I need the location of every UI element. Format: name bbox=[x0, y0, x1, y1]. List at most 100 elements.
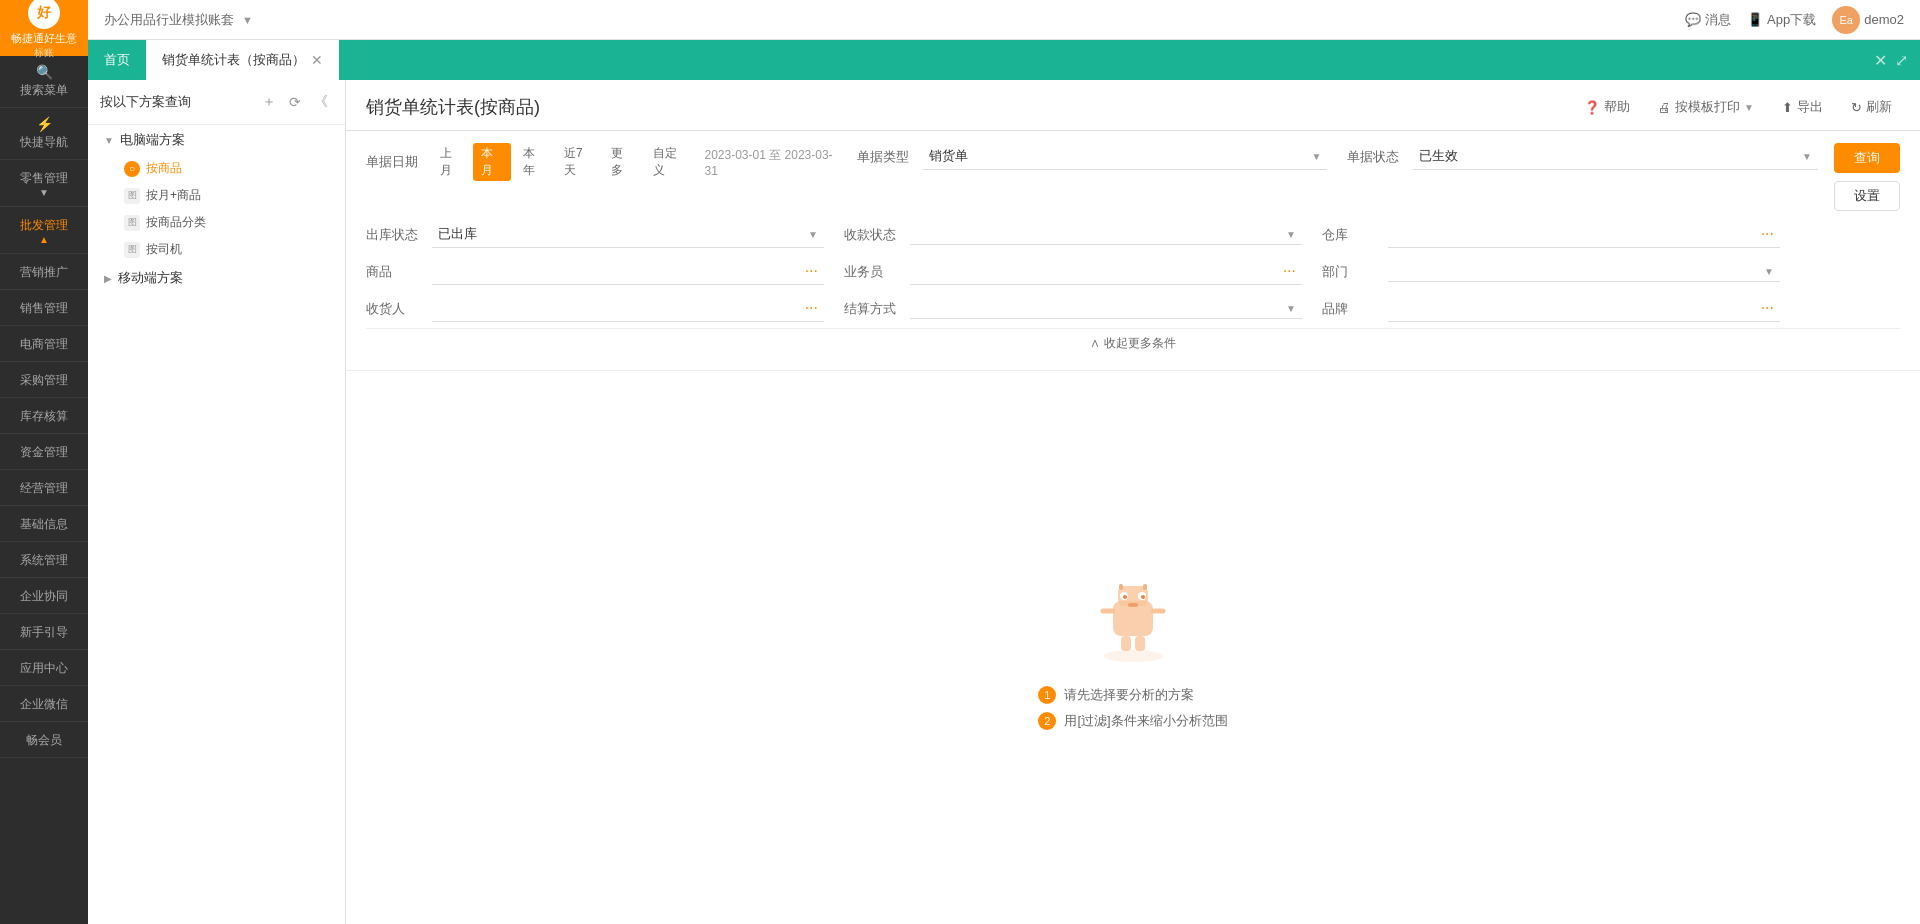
tree-mobile-label: 移动端方案 bbox=[118, 269, 183, 287]
settlement-select[interactable]: ▼ bbox=[910, 299, 1302, 319]
refresh-label: 刷新 bbox=[1866, 98, 1892, 116]
tab-home[interactable]: 首页 bbox=[88, 40, 146, 80]
by-category-label: 按商品分类 bbox=[146, 214, 206, 231]
doc-status-chevron: ▼ bbox=[1802, 151, 1812, 162]
window-close-icon[interactable]: ✕ bbox=[1874, 51, 1887, 70]
sidebar-item-appstore[interactable]: 应用中心 bbox=[0, 650, 88, 686]
message-label: 消息 bbox=[1705, 11, 1731, 29]
app-download-btn[interactable]: 📱 App下载 bbox=[1747, 11, 1816, 29]
reset-button[interactable]: 设置 bbox=[1834, 181, 1900, 211]
tree-expand-icon: ▼ bbox=[104, 135, 114, 146]
scheme-query-label: 按以下方案查询 bbox=[100, 93, 191, 111]
empty-state: 1 请先选择要分析的方案 2 用[过滤]条件来缩小分析范围 bbox=[346, 371, 1920, 924]
print-btn[interactable]: 🖨 按模板打印 ▼ bbox=[1650, 94, 1762, 120]
collapse-bar[interactable]: ∧ 收起更多条件 bbox=[366, 328, 1900, 358]
doc-type-chevron: ▼ bbox=[1311, 151, 1321, 162]
sidebar-item-wechat[interactable]: 企业微信 bbox=[0, 686, 88, 722]
doc-status-label: 单据状态 bbox=[1347, 148, 1407, 166]
brand-dots: ··· bbox=[1761, 299, 1774, 317]
sidebar-item-enterprise[interactable]: 企业协同 bbox=[0, 578, 88, 614]
tabbar: 首页 销货单统计表（按商品） ✕ ✕ ⤢ bbox=[88, 40, 1920, 80]
warehouse-select[interactable]: ··· bbox=[1388, 221, 1780, 248]
sidebar-item-wholesale[interactable]: 批发管理 ▲ bbox=[0, 207, 88, 254]
sidebar-item-system[interactable]: 系统管理 bbox=[0, 542, 88, 578]
salesman-label: 业务员 bbox=[844, 263, 904, 281]
tree-item-mobile[interactable]: ▶ 移动端方案 bbox=[88, 263, 345, 293]
tab-close-icon[interactable]: ✕ bbox=[311, 52, 323, 68]
refresh-scheme-btn[interactable]: ⟳ bbox=[283, 90, 307, 114]
sidebar-newbie-label: 新手引导 bbox=[0, 624, 88, 641]
sidebar-item-retail[interactable]: 零售管理 ▼ bbox=[0, 160, 88, 207]
product-select[interactable]: ··· bbox=[432, 258, 824, 285]
app-logo[interactable]: 好 畅捷通好生意 标账 bbox=[0, 0, 88, 56]
date-tab-more[interactable]: 更多 bbox=[603, 143, 640, 181]
brand-label: 品牌 bbox=[1322, 300, 1382, 318]
sidebar-item-ops[interactable]: 经营管理 bbox=[0, 470, 88, 506]
window-maximize-icon[interactable]: ⤢ bbox=[1895, 51, 1908, 70]
sidebar-item-inventory[interactable]: 库存核算 bbox=[0, 398, 88, 434]
scheme-tree: ▼ 电脑端方案 ○ 按商品 图 按月+商品 图 按商品分类 bbox=[88, 125, 345, 293]
out-status-select[interactable]: 已出库 ▼ bbox=[432, 221, 824, 248]
sidebar-item-marketing[interactable]: 营销推广 bbox=[0, 254, 88, 290]
tree-item-by-clerk[interactable]: 图 按司机 bbox=[116, 236, 345, 263]
sidebar-item-member[interactable]: 畅会员 bbox=[0, 722, 88, 758]
help-label: 帮助 bbox=[1604, 98, 1630, 116]
left-panel-header: 按以下方案查询 ＋ ⟳ 《 bbox=[88, 80, 345, 125]
department-chevron: ▼ bbox=[1764, 266, 1774, 277]
content-area: 按以下方案查询 ＋ ⟳ 《 ▼ 电脑端方案 ○ 按商品 bbox=[88, 80, 1920, 924]
brand-select[interactable]: ··· bbox=[1388, 295, 1780, 322]
sidebar-item-finance[interactable]: 资金管理 bbox=[0, 434, 88, 470]
sidebar-item-newbie[interactable]: 新手引导 bbox=[0, 614, 88, 650]
header-left: 按以下方案查询 bbox=[100, 93, 191, 111]
sidebar-item-purchase[interactable]: 采购管理 bbox=[0, 362, 88, 398]
sidebar-item-basic[interactable]: 基础信息 bbox=[0, 506, 88, 542]
workspace-dropdown-icon[interactable]: ▼ bbox=[242, 14, 253, 26]
sidebar-item-ecom[interactable]: 电商管理 bbox=[0, 326, 88, 362]
collect-status-label: 收款状态 bbox=[844, 226, 904, 244]
empty-steps: 1 请先选择要分析的方案 2 用[过滤]条件来缩小分析范围 bbox=[1038, 686, 1227, 730]
collect-status-select[interactable]: ▼ bbox=[910, 225, 1302, 245]
department-select[interactable]: ▼ bbox=[1388, 262, 1780, 282]
empty-step-1: 1 请先选择要分析的方案 bbox=[1038, 686, 1227, 704]
date-tab-custom[interactable]: 自定义 bbox=[645, 143, 693, 181]
sidebar-retail-label: 零售管理 bbox=[0, 170, 88, 187]
sidebar-item-quick[interactable]: ⚡ 快捷导航 bbox=[0, 108, 88, 160]
receiver-select[interactable]: ··· bbox=[432, 295, 824, 322]
message-icon: 💬 bbox=[1685, 12, 1701, 27]
print-dropdown-icon: ▼ bbox=[1744, 102, 1754, 113]
doc-type-select[interactable]: 销货单 ▼ bbox=[923, 143, 1328, 170]
by-clerk-icon: 图 bbox=[124, 242, 140, 258]
tree-item-by-product[interactable]: ○ 按商品 bbox=[116, 155, 345, 182]
date-tab-this-year[interactable]: 本年 bbox=[515, 143, 552, 181]
svg-point-5 bbox=[1123, 595, 1127, 599]
collapse-panel-btn[interactable]: 《 bbox=[309, 90, 333, 114]
step-2-text: 用[过滤]条件来缩小分析范围 bbox=[1064, 712, 1227, 730]
export-btn[interactable]: ⬆ 导出 bbox=[1774, 94, 1831, 120]
tab-report[interactable]: 销货单统计表（按商品） ✕ bbox=[146, 40, 339, 80]
doc-status-select[interactable]: 已生效 ▼ bbox=[1413, 143, 1818, 170]
title-row: 销货单统计表(按商品) ❓ 帮助 🖨 按模板打印 ▼ ⬆ bbox=[366, 94, 1900, 120]
collect-status-chevron: ▼ bbox=[1286, 229, 1296, 240]
doc-type-value: 销货单 bbox=[929, 147, 968, 165]
sidebar-item-search[interactable]: 🔍 搜索菜单 bbox=[0, 56, 88, 108]
message-btn[interactable]: 💬 消息 bbox=[1685, 11, 1731, 29]
help-btn[interactable]: ❓ 帮助 bbox=[1576, 94, 1638, 120]
sidebar-item-sales[interactable]: 销售管理 bbox=[0, 290, 88, 326]
tree-item-by-month-product[interactable]: 图 按月+商品 bbox=[116, 182, 345, 209]
date-tab-current-month[interactable]: 本月 bbox=[473, 143, 510, 181]
right-content: 销货单统计表(按商品) ❓ 帮助 🖨 按模板打印 ▼ ⬆ bbox=[346, 80, 1920, 924]
date-tab-last7[interactable]: 近7天 bbox=[556, 143, 599, 181]
out-status-label: 出库状态 bbox=[366, 226, 426, 244]
topbar-left: 办公用品行业模拟账套 ▼ bbox=[104, 11, 253, 29]
query-button[interactable]: 查询 bbox=[1834, 143, 1900, 173]
sidebar-enterprise-label: 企业协同 bbox=[0, 588, 88, 605]
refresh-btn[interactable]: ↻ 刷新 bbox=[1843, 94, 1900, 120]
add-scheme-btn[interactable]: ＋ bbox=[257, 90, 281, 114]
date-label: 单据日期 bbox=[366, 153, 426, 171]
empty-step-2: 2 用[过滤]条件来缩小分析范围 bbox=[1038, 712, 1227, 730]
user-menu[interactable]: Ea demo2 bbox=[1832, 6, 1904, 34]
tree-item-desktop[interactable]: ▼ 电脑端方案 bbox=[88, 125, 345, 155]
date-tab-last-month[interactable]: 上月 bbox=[432, 143, 469, 181]
salesman-select[interactable]: ··· bbox=[910, 258, 1302, 285]
tree-item-by-category[interactable]: 图 按商品分类 bbox=[116, 209, 345, 236]
